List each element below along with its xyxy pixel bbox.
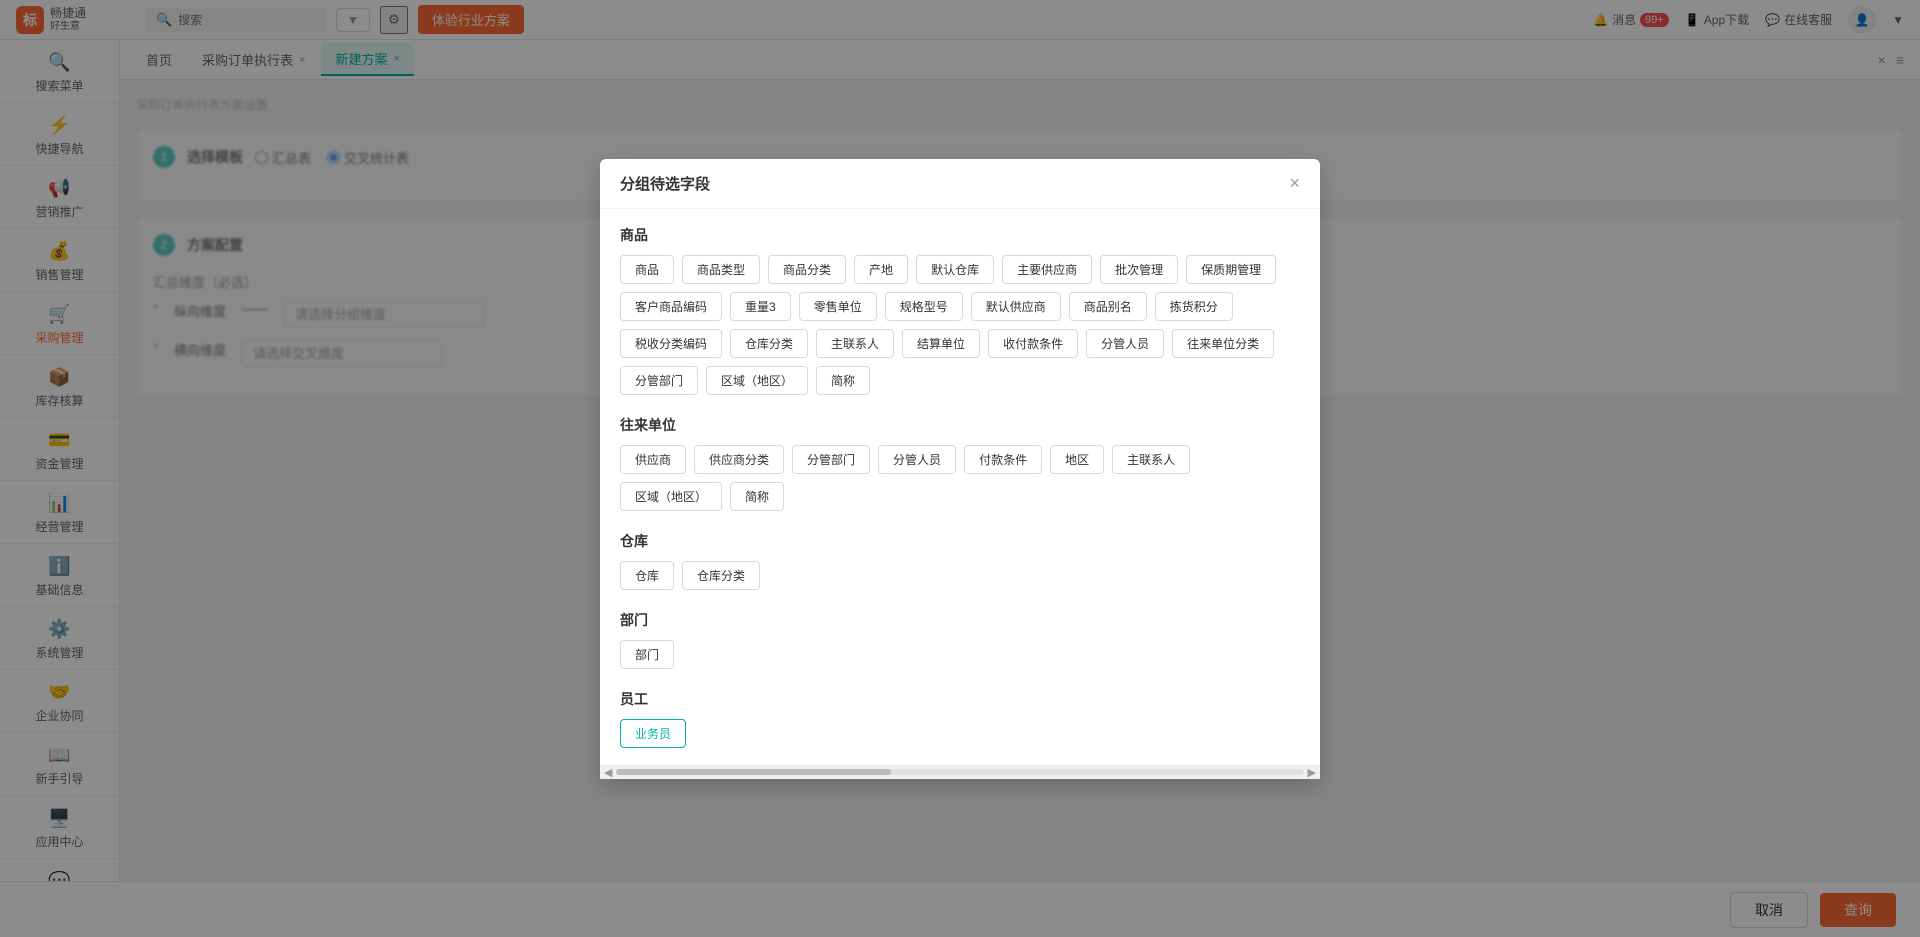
field-tag-dept[interactable]: 分管部门	[620, 366, 698, 395]
field-tag-pick-points[interactable]: 拣货积分	[1155, 292, 1233, 321]
scroll-track	[616, 769, 1303, 775]
section-warehouse-label: 仓库	[620, 531, 1300, 551]
field-tag-partner-region[interactable]: 区域（地区）	[620, 482, 722, 511]
modal-horizontal-scrollbar[interactable]: ◀ ▶	[600, 765, 1320, 779]
field-tag-goods-alias[interactable]: 商品别名	[1069, 292, 1147, 321]
field-tag-goods-category[interactable]: 商品分类	[768, 255, 846, 284]
field-tag-main-supplier[interactable]: 主要供应商	[1002, 255, 1092, 284]
field-tag-origin[interactable]: 产地	[854, 255, 908, 284]
field-tag-tax-code[interactable]: 税收分类编码	[620, 329, 722, 358]
field-tag-shelf-life[interactable]: 保质期管理	[1186, 255, 1276, 284]
section-warehouse: 仓库 仓库 仓库分类	[620, 531, 1300, 590]
field-tag-abbr[interactable]: 简称	[816, 366, 870, 395]
field-tag-main-contact[interactable]: 主联系人	[816, 329, 894, 358]
field-tag-default-supplier[interactable]: 默认供应商	[971, 292, 1061, 321]
field-tag-goods[interactable]: 商品	[620, 255, 674, 284]
field-tag-retail-unit[interactable]: 零售单位	[799, 292, 877, 321]
modal-dialog: 分组待选字段 × 商品 商品 商品类型 商品分类 产地 默认仓库 主要供应商 批…	[600, 159, 1320, 779]
scroll-right-btn[interactable]: ▶	[1308, 766, 1316, 779]
modal-close-button[interactable]: ×	[1289, 174, 1300, 192]
partner-field-grid: 供应商 供应商分类 分管部门 分管人员 付款条件 地区 主联系人 区域（地区） …	[620, 445, 1300, 511]
section-partner: 往来单位 供应商 供应商分类 分管部门 分管人员 付款条件 地区 主联系人 区域…	[620, 415, 1300, 511]
modal-title: 分组待选字段	[620, 173, 710, 194]
field-tag-partner-dept[interactable]: 分管部门	[792, 445, 870, 474]
department-field-grid: 部门	[620, 640, 1300, 669]
field-tag-region[interactable]: 区域（地区）	[706, 366, 808, 395]
field-tag-batch-management[interactable]: 批次管理	[1100, 255, 1178, 284]
field-tag-goods-type[interactable]: 商品类型	[682, 255, 760, 284]
field-tag-payment-terms[interactable]: 收付款条件	[988, 329, 1078, 358]
section-goods-label: 商品	[620, 225, 1300, 245]
modal-body: 商品 商品 商品类型 商品分类 产地 默认仓库 主要供应商 批次管理 保质期管理…	[600, 209, 1320, 765]
modal-overlay: 分组待选字段 × 商品 商品 商品类型 商品分类 产地 默认仓库 主要供应商 批…	[0, 0, 1920, 937]
modal-header: 分组待选字段 ×	[600, 159, 1320, 209]
field-tag-default-warehouse[interactable]: 默认仓库	[916, 255, 994, 284]
employee-field-grid: 业务员	[620, 719, 1300, 748]
field-tag-payment-condition[interactable]: 付款条件	[964, 445, 1042, 474]
field-tag-warehouse-cat[interactable]: 仓库分类	[682, 561, 760, 590]
section-employee-label: 员工	[620, 689, 1300, 709]
field-tag-partner-category[interactable]: 往来单位分类	[1172, 329, 1274, 358]
field-tag-warehouse[interactable]: 仓库	[620, 561, 674, 590]
field-tag-partner-abbr[interactable]: 简称	[730, 482, 784, 511]
field-tag-salesperson[interactable]: 业务员	[620, 719, 686, 748]
field-tag-supervisor[interactable]: 分管人员	[1086, 329, 1164, 358]
section-department: 部门 部门	[620, 610, 1300, 669]
field-tag-weight[interactable]: 重量3	[730, 292, 791, 321]
field-tag-supplier[interactable]: 供应商	[620, 445, 686, 474]
field-tag-area[interactable]: 地区	[1050, 445, 1104, 474]
section-department-label: 部门	[620, 610, 1300, 630]
field-tag-partner-contact[interactable]: 主联系人	[1112, 445, 1190, 474]
scroll-thumb	[616, 769, 891, 775]
section-employee: 员工 业务员	[620, 689, 1300, 748]
field-tag-customer-code[interactable]: 客户商品编码	[620, 292, 722, 321]
goods-field-grid: 商品 商品类型 商品分类 产地 默认仓库 主要供应商 批次管理 保质期管理 客户…	[620, 255, 1300, 395]
field-tag-partner-supervisor[interactable]: 分管人员	[878, 445, 956, 474]
field-tag-warehouse-category[interactable]: 仓库分类	[730, 329, 808, 358]
field-tag-department[interactable]: 部门	[620, 640, 674, 669]
field-tag-supplier-category[interactable]: 供应商分类	[694, 445, 784, 474]
section-partner-label: 往来单位	[620, 415, 1300, 435]
field-tag-spec-model[interactable]: 规格型号	[885, 292, 963, 321]
warehouse-field-grid: 仓库 仓库分类	[620, 561, 1300, 590]
field-tag-settlement-unit[interactable]: 结算单位	[902, 329, 980, 358]
scroll-left-btn[interactable]: ◀	[604, 766, 612, 779]
section-goods: 商品 商品 商品类型 商品分类 产地 默认仓库 主要供应商 批次管理 保质期管理…	[620, 225, 1300, 395]
